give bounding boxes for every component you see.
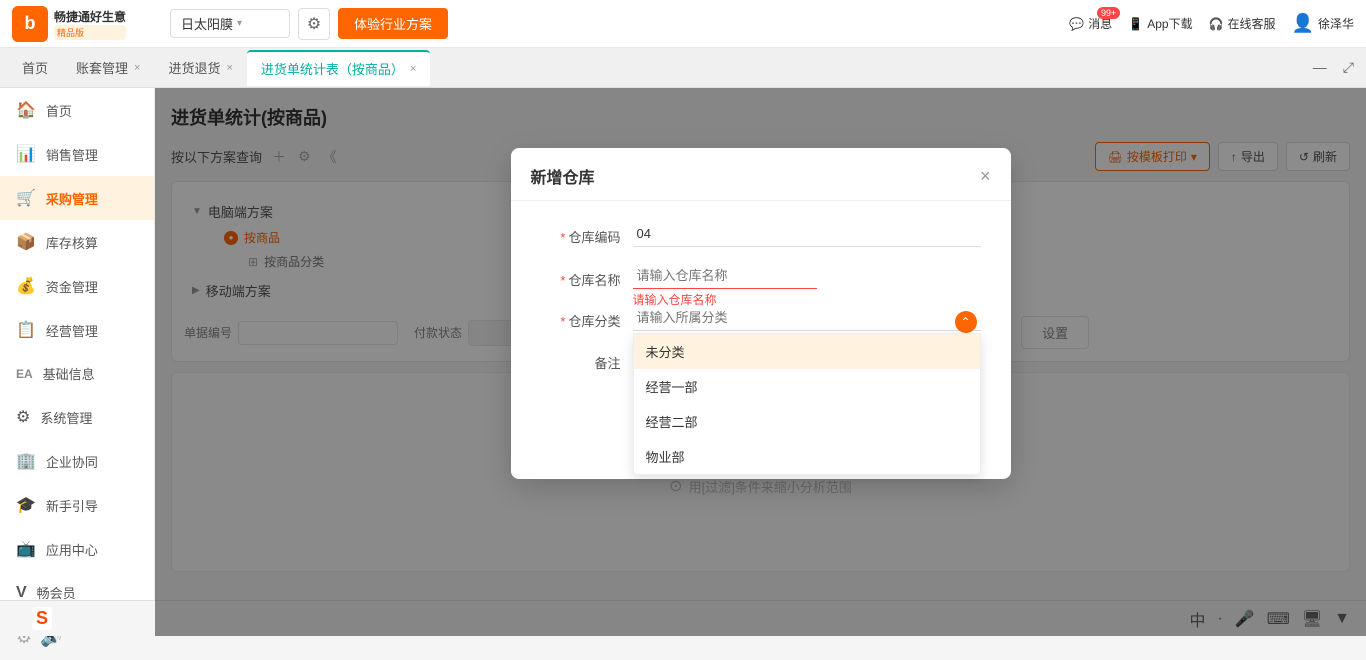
sidebar-item-home[interactable]: 🏠 首页: [0, 88, 154, 132]
header-right: 💬 消息 99+ 📱 App下载 🎧 在线客服 👤 徐泽华: [1069, 13, 1354, 34]
customer-service-button[interactable]: 🎧 在线客服: [1209, 15, 1276, 32]
home-icon: 🏠: [16, 100, 36, 120]
dropdown-item-0[interactable]: 未分类: [634, 334, 980, 369]
modal-close-button[interactable]: ×: [980, 166, 991, 187]
content-area: 进货单统计(按商品) 按以下方案查询 ＋ ⚙ 《 🖨 按模板打印 ▾ ↑ 导出: [155, 88, 1366, 636]
tab-expand-button[interactable]: ⤢: [1339, 55, 1358, 80]
category-input[interactable]: [633, 305, 981, 331]
form-row-name: 仓库名称 请输入仓库名称: [541, 263, 981, 289]
dropdown-item-1[interactable]: 经营一部: [634, 369, 980, 404]
sidebar: 🏠 首页 📊 销售管理 🛒 采购管理 📦 库存核算 💰 资金管理 📋 经营管理 …: [0, 88, 155, 636]
chevron-down-icon: ▾: [237, 18, 242, 29]
tab-home[interactable]: 首页: [8, 50, 62, 86]
headset-icon: 🎧: [1209, 17, 1224, 31]
gear-button[interactable]: ⚙: [298, 8, 330, 40]
purchase-icon: 🛒: [16, 188, 36, 208]
sales-icon: 📊: [16, 144, 36, 164]
name-label: 仓库名称: [541, 264, 621, 289]
enterprise-icon: 🏢: [16, 451, 36, 471]
user-menu-button[interactable]: 👤 徐泽华: [1292, 13, 1354, 34]
sidebar-item-apps[interactable]: 📺 应用中心: [0, 527, 154, 571]
sidebar-item-basic-info[interactable]: EA 基础信息: [0, 352, 154, 395]
vip-icon: V: [16, 584, 27, 602]
sidebar-item-inventory[interactable]: 📦 库存核算: [0, 220, 154, 264]
inventory-icon: 📦: [16, 232, 36, 252]
modal-title: 新增仓库: [531, 164, 595, 188]
tab-accounts[interactable]: 账套管理 ×: [62, 50, 154, 86]
guide-icon: 🎓: [16, 495, 36, 515]
message-icon: 💬: [1069, 17, 1084, 31]
tab-controls: — ⤢: [1309, 55, 1358, 80]
note-label: 备注: [541, 347, 621, 372]
apps-icon: 📺: [16, 539, 36, 559]
dropdown-item-3[interactable]: 物业部: [634, 439, 980, 474]
code-label: 仓库编码: [541, 221, 621, 246]
form-row-category: 仓库分类 未分类 经营一部 经营二部 物业部: [541, 305, 981, 331]
modal-overlay: 新增仓库 × 仓库编码 仓库名称 请输入仓库名: [155, 88, 1366, 636]
top-header: b 畅捷通好生意 精品版 日太阳膜 ▾ ⚙ 体验行业方案 💬 消息 99+ 📱 …: [0, 0, 1366, 48]
modal-header: 新增仓库 ×: [511, 148, 1011, 201]
tab-close-accounts[interactable]: ×: [134, 62, 140, 74]
sidebar-item-finance[interactable]: 💰 资金管理: [0, 264, 154, 308]
app-download-button[interactable]: 📱 App下载: [1128, 15, 1192, 32]
main-layout: 🏠 首页 📊 销售管理 🛒 采购管理 📦 库存核算 💰 资金管理 📋 经营管理 …: [0, 88, 1366, 636]
system-icon: ⚙: [16, 407, 30, 427]
form-row-code: 仓库编码: [541, 221, 981, 247]
sidebar-item-system[interactable]: ⚙ 系统管理: [0, 395, 154, 439]
logo-area: b 畅捷通好生意 精品版: [12, 6, 162, 42]
tab-close-stats[interactable]: ×: [410, 63, 416, 75]
tab-minimize-button[interactable]: —: [1309, 55, 1331, 80]
code-input[interactable]: [633, 221, 981, 247]
trial-button[interactable]: 体验行业方案: [338, 8, 448, 39]
finance-icon: 💰: [16, 276, 36, 296]
dropdown-toggle-button[interactable]: [955, 311, 977, 333]
sidebar-item-guide[interactable]: 🎓 新手引导: [0, 483, 154, 527]
tab-bar: 首页 账套管理 × 进货退货 × 进货单统计表（按商品） × — ⤢: [0, 48, 1366, 88]
sidebar-item-sales[interactable]: 📊 销售管理: [0, 132, 154, 176]
category-dropdown-list: 未分类 经营一部 经营二部 物业部: [633, 333, 981, 475]
sidebar-item-enterprise[interactable]: 🏢 企业协同: [0, 439, 154, 483]
dropdown-item-2[interactable]: 经营二部: [634, 404, 980, 439]
messages-button[interactable]: 💬 消息 99+: [1069, 15, 1112, 32]
basic-info-icon: EA: [16, 367, 33, 381]
operations-icon: 📋: [16, 320, 36, 340]
tab-stats[interactable]: 进货单统计表（按商品） ×: [247, 50, 430, 86]
logo-text: 畅捷通好生意 精品版: [54, 8, 126, 40]
modal-body: 仓库编码 仓库名称 请输入仓库名称 仓库分类: [511, 201, 1011, 411]
store-selector[interactable]: 日太阳膜 ▾: [170, 9, 290, 38]
category-dropdown: 未分类 经营一部 经营二部 物业部: [633, 305, 981, 331]
tab-returns[interactable]: 进货退货 ×: [154, 50, 246, 86]
sidebar-item-operations[interactable]: 📋 经营管理: [0, 308, 154, 352]
logo-icon: b: [12, 6, 48, 42]
tab-close-returns[interactable]: ×: [226, 62, 232, 74]
name-input[interactable]: [633, 263, 817, 289]
gear-icon: ⚙: [307, 14, 321, 34]
phone-icon: 📱: [1128, 17, 1143, 31]
add-warehouse-modal: 新增仓库 × 仓库编码 仓库名称 请输入仓库名: [511, 148, 1011, 479]
bottom-brand: S: [16, 607, 52, 630]
messages-badge: 99+: [1097, 7, 1120, 19]
user-icon: 👤: [1292, 13, 1314, 34]
category-label: 仓库分类: [541, 305, 621, 330]
sidebar-item-purchase[interactable]: 🛒 采购管理: [0, 176, 154, 220]
